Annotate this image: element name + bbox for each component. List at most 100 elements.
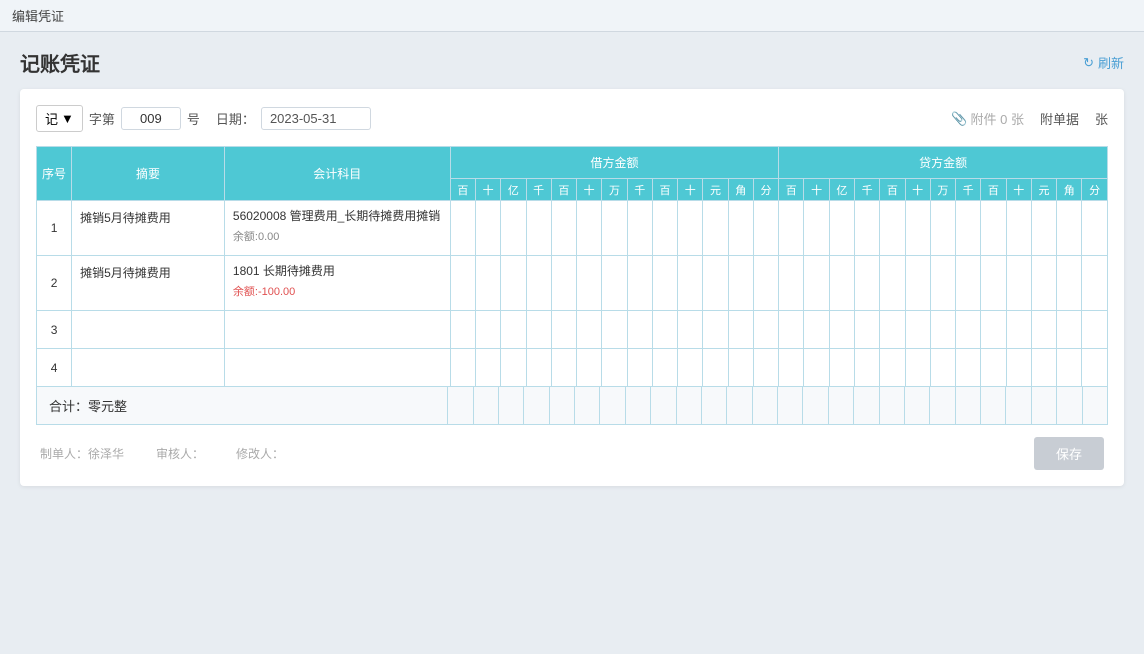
digit-cell-0-19[interactable] <box>930 201 955 256</box>
seq-cell-1[interactable]: 2 <box>37 256 72 311</box>
digit-cell-3-19[interactable] <box>930 349 955 387</box>
digit-cell-2-14[interactable] <box>804 311 829 349</box>
digit-cell-3-2[interactable] <box>501 349 526 387</box>
digit-cell-2-16[interactable] <box>854 311 879 349</box>
digit-cell-0-2[interactable] <box>501 201 526 256</box>
digit-cell-1-10[interactable] <box>703 256 728 311</box>
digit-cell-1-5[interactable] <box>577 256 602 311</box>
digit-cell-3-24[interactable] <box>1057 349 1082 387</box>
digit-cell-2-24[interactable] <box>1057 311 1082 349</box>
save-button[interactable]: 保存 <box>1034 437 1104 470</box>
date-input[interactable] <box>261 107 371 130</box>
digit-cell-2-11[interactable] <box>728 311 753 349</box>
digit-cell-1-20[interactable] <box>956 256 981 311</box>
digit-cell-1-15[interactable] <box>829 256 854 311</box>
digit-cell-1-18[interactable] <box>905 256 930 311</box>
digit-cell-1-19[interactable] <box>930 256 955 311</box>
digit-cell-1-14[interactable] <box>804 256 829 311</box>
digit-cell-3-11[interactable] <box>728 349 753 387</box>
digit-cell-3-6[interactable] <box>602 349 627 387</box>
digit-cell-0-8[interactable] <box>652 201 677 256</box>
digit-cell-2-5[interactable] <box>577 311 602 349</box>
digit-cell-3-17[interactable] <box>880 349 905 387</box>
digit-cell-0-23[interactable] <box>1031 201 1056 256</box>
digit-cell-2-0[interactable] <box>450 311 475 349</box>
digit-cell-1-0[interactable] <box>450 256 475 311</box>
attach-single-button[interactable]: 附单据 <box>1040 109 1079 128</box>
digit-cell-0-9[interactable] <box>678 201 703 256</box>
digit-cell-1-4[interactable] <box>551 256 576 311</box>
digit-cell-2-3[interactable] <box>526 311 551 349</box>
seq-cell-0[interactable]: 1 <box>37 201 72 256</box>
account-cell-0[interactable]: 56020008 管理费用_长期待摊费用摊销余额:0.00 <box>224 201 450 256</box>
digit-cell-0-24[interactable] <box>1057 201 1082 256</box>
summary-cell-3[interactable] <box>72 349 225 387</box>
digit-cell-3-21[interactable] <box>981 349 1006 387</box>
digit-cell-0-25[interactable] <box>1082 201 1108 256</box>
digit-cell-3-22[interactable] <box>1006 349 1031 387</box>
digit-cell-1-8[interactable] <box>652 256 677 311</box>
digit-cell-2-15[interactable] <box>829 311 854 349</box>
digit-cell-1-1[interactable] <box>475 256 500 311</box>
voucher-type-button[interactable]: 记 ▼ <box>36 105 83 132</box>
digit-cell-3-25[interactable] <box>1082 349 1108 387</box>
digit-cell-2-12[interactable] <box>753 311 778 349</box>
digit-cell-2-18[interactable] <box>905 311 930 349</box>
digit-cell-0-3[interactable] <box>526 201 551 256</box>
digit-cell-2-6[interactable] <box>602 311 627 349</box>
refresh-button[interactable]: ↻ 刷新 <box>1083 53 1124 72</box>
digit-cell-3-7[interactable] <box>627 349 652 387</box>
digit-cell-2-21[interactable] <box>981 311 1006 349</box>
digit-cell-1-25[interactable] <box>1082 256 1108 311</box>
digit-cell-1-7[interactable] <box>627 256 652 311</box>
digit-cell-0-20[interactable] <box>956 201 981 256</box>
digit-cell-0-1[interactable] <box>475 201 500 256</box>
digit-cell-0-6[interactable] <box>602 201 627 256</box>
digit-cell-2-8[interactable] <box>652 311 677 349</box>
digit-cell-3-3[interactable] <box>526 349 551 387</box>
digit-cell-0-10[interactable] <box>703 201 728 256</box>
digit-cell-1-3[interactable] <box>526 256 551 311</box>
digit-cell-2-1[interactable] <box>475 311 500 349</box>
digit-cell-3-1[interactable] <box>475 349 500 387</box>
digit-cell-2-17[interactable] <box>880 311 905 349</box>
account-cell-3[interactable] <box>224 349 450 387</box>
digit-cell-0-15[interactable] <box>829 201 854 256</box>
digit-cell-0-4[interactable] <box>551 201 576 256</box>
summary-cell-2[interactable] <box>72 311 225 349</box>
digit-cell-0-11[interactable] <box>728 201 753 256</box>
voucher-number-input[interactable] <box>121 107 181 130</box>
digit-cell-2-9[interactable] <box>678 311 703 349</box>
digit-cell-3-20[interactable] <box>956 349 981 387</box>
digit-cell-0-5[interactable] <box>577 201 602 256</box>
digit-cell-1-13[interactable] <box>779 256 804 311</box>
digit-cell-2-2[interactable] <box>501 311 526 349</box>
digit-cell-2-13[interactable] <box>779 311 804 349</box>
digit-cell-0-12[interactable] <box>753 201 778 256</box>
seq-cell-2[interactable]: 3 <box>37 311 72 349</box>
account-cell-2[interactable] <box>224 311 450 349</box>
digit-cell-3-16[interactable] <box>854 349 879 387</box>
digit-cell-1-9[interactable] <box>678 256 703 311</box>
digit-cell-0-14[interactable] <box>804 201 829 256</box>
digit-cell-3-12[interactable] <box>753 349 778 387</box>
digit-cell-2-4[interactable] <box>551 311 576 349</box>
digit-cell-0-7[interactable] <box>627 201 652 256</box>
digit-cell-3-9[interactable] <box>678 349 703 387</box>
digit-cell-2-23[interactable] <box>1031 311 1056 349</box>
digit-cell-1-16[interactable] <box>854 256 879 311</box>
digit-cell-3-14[interactable] <box>804 349 829 387</box>
digit-cell-2-25[interactable] <box>1082 311 1108 349</box>
digit-cell-1-11[interactable] <box>728 256 753 311</box>
digit-cell-2-19[interactable] <box>930 311 955 349</box>
digit-cell-1-17[interactable] <box>880 256 905 311</box>
digit-cell-0-16[interactable] <box>854 201 879 256</box>
digit-cell-3-8[interactable] <box>652 349 677 387</box>
digit-cell-1-24[interactable] <box>1057 256 1082 311</box>
digit-cell-0-18[interactable] <box>905 201 930 256</box>
digit-cell-0-22[interactable] <box>1006 201 1031 256</box>
digit-cell-1-2[interactable] <box>501 256 526 311</box>
account-cell-1[interactable]: 1801 长期待摊费用余额:-100.00 <box>224 256 450 311</box>
summary-cell-0[interactable]: 摊销5月待摊费用 <box>72 201 225 256</box>
digit-cell-1-22[interactable] <box>1006 256 1031 311</box>
